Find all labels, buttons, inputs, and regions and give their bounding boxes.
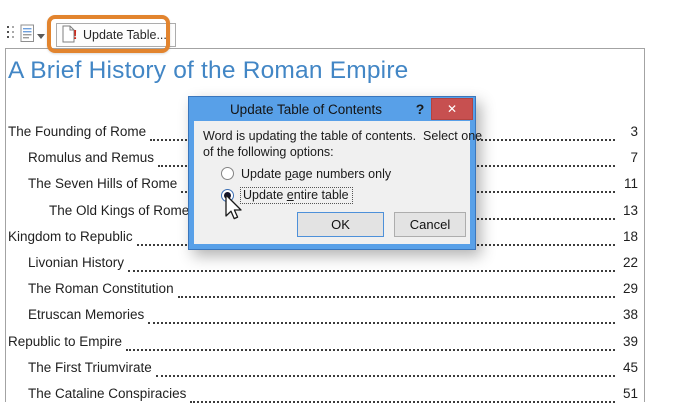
toc-page-number: 45 (618, 360, 638, 375)
content-control-drag-handle-icon[interactable] (7, 26, 14, 38)
toc-leader-dots (148, 307, 615, 324)
cancel-button[interactable]: Cancel (394, 212, 466, 237)
toc-leader-dots (128, 255, 615, 272)
radio-update-entire-table[interactable]: Update entire table (221, 187, 461, 204)
close-icon: ✕ (447, 102, 457, 116)
radio-circle-icon[interactable] (221, 167, 234, 180)
toc-entry[interactable]: The First Triumvirate 45 (8, 360, 638, 386)
toc-entry[interactable]: Livonian History 22 (8, 255, 638, 281)
toc-page-number: 3 (618, 124, 638, 139)
close-button[interactable]: ✕ (431, 98, 473, 120)
toc-page-number: 11 (618, 176, 638, 191)
toc-entry[interactable]: Republic to Empire 39 (8, 334, 638, 360)
toc-page-number: 13 (618, 203, 638, 218)
toc-entry-text: Republic to Empire (8, 334, 122, 349)
dialog-title: Update Table of Contents (189, 102, 409, 117)
toc-entry-text: The Roman Constitution (28, 281, 174, 296)
update-table-button[interactable]: ! Update Table... (56, 23, 176, 47)
radio-update-page-numbers[interactable]: Update page numbers only (221, 165, 461, 182)
radio-label[interactable]: Update page numbers only (241, 167, 391, 181)
toc-page-number: 7 (618, 150, 638, 165)
update-alert-icon: ! (62, 25, 79, 46)
dialog-body: Word is updating the table of contents. … (194, 121, 470, 244)
toc-page-number: 39 (618, 334, 638, 349)
page-title: A Brief History of the Roman Empire (8, 57, 409, 85)
radio-label[interactable]: Update entire table (241, 188, 352, 203)
toc-page-number: 38 (618, 307, 638, 322)
toc-leader-dots (156, 360, 615, 377)
toc-page-number: 51 (618, 386, 638, 401)
toc-entry-text: The Old Kings of Rome (49, 203, 189, 218)
chevron-down-icon (37, 34, 45, 39)
toc-entry[interactable]: The Roman Constitution 29 (8, 281, 638, 307)
toc-tab-button[interactable] (20, 24, 52, 45)
toc-entry-text: Kingdom to Republic (8, 229, 133, 244)
update-table-label: Update Table... (83, 28, 167, 42)
toc-leader-dots (190, 386, 615, 403)
update-toc-dialog: Update Table of Contents ? ✕ Word is upd… (188, 96, 476, 250)
toc-entry-text: Romulus and Remus (28, 150, 154, 165)
toc-entry-text: The First Triumvirate (28, 360, 152, 375)
toc-entry-text: The Founding of Rome (8, 124, 146, 139)
toc-entry-text: The Cataline Conspiracies (28, 386, 186, 401)
toc-leader-dots (178, 281, 615, 298)
toc-entry[interactable]: Etruscan Memories 38 (8, 307, 638, 333)
toc-page-number: 22 (618, 255, 638, 270)
dialog-message-line-1: Word is updating the table of contents. … (203, 128, 461, 144)
toc-leader-dots (126, 334, 615, 351)
radio-circle-selected-icon[interactable] (221, 189, 234, 202)
dialog-titlebar[interactable]: Update Table of Contents ? ✕ (189, 97, 475, 121)
table-of-contents-icon (20, 24, 35, 46)
dialog-message-line-2: of the following options: (203, 144, 461, 160)
toc-page-number: 29 (618, 281, 638, 296)
toc-entry-text: Livonian History (28, 255, 124, 270)
ok-button[interactable]: OK (297, 212, 384, 237)
toc-entry-text: The Seven Hills of Rome (28, 176, 177, 191)
toc-entry[interactable]: The Cataline Conspiracies 51 (8, 386, 638, 412)
dialog-button-row: OK Cancel (297, 212, 466, 237)
toc-entry-text: Etruscan Memories (28, 307, 144, 322)
toc-page-number: 18 (618, 229, 638, 244)
svg-text:!: ! (73, 27, 77, 42)
help-button[interactable]: ? (409, 101, 431, 117)
